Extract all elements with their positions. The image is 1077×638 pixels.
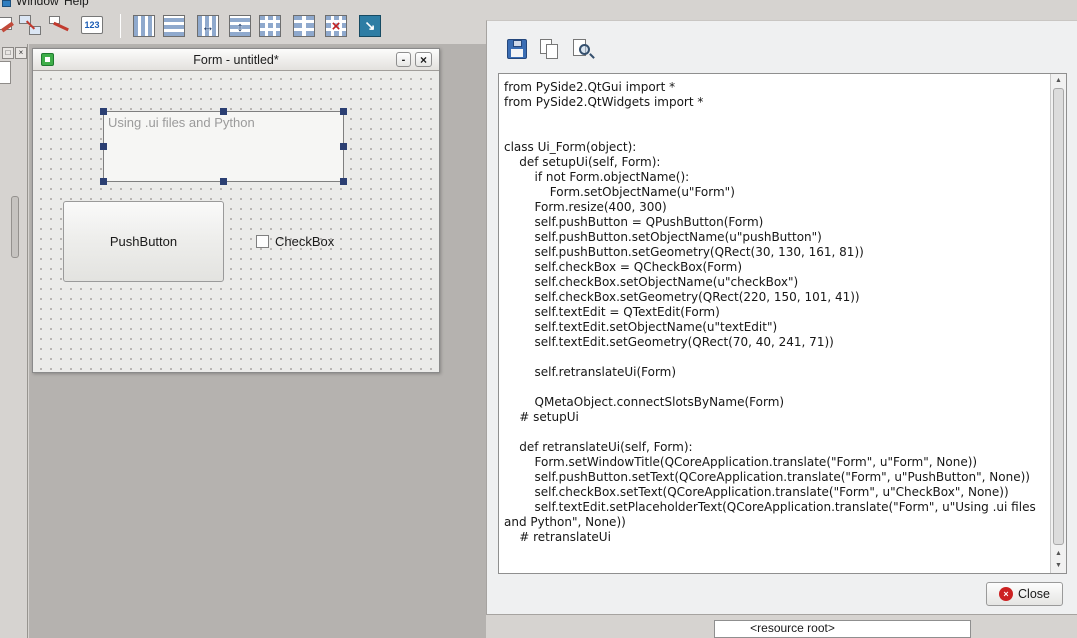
break-layout-icon[interactable]: × — [324, 13, 350, 39]
layout-horizontal-icon[interactable] — [132, 13, 158, 39]
layout-grid-icon[interactable] — [258, 13, 284, 39]
form-canvas[interactable]: Using .ui files and Python PushButton Ch… — [33, 71, 439, 372]
checkbox-label: CheckBox — [275, 234, 334, 249]
selection-handle[interactable] — [100, 143, 107, 150]
menu-help[interactable]: Help — [64, 0, 89, 8]
layout-vertical-icon[interactable] — [162, 13, 188, 39]
splitter-v-arrow: ↕ — [229, 15, 251, 37]
checkbox-indicator[interactable] — [256, 235, 269, 248]
textedit-placeholder: Using .ui files and Python — [108, 115, 255, 130]
edit-widgets-icon[interactable] — [0, 13, 18, 39]
magnifier-handle-glyph — [589, 53, 595, 59]
scroll-up-icon[interactable]: ▲ — [1051, 548, 1066, 560]
edit-signals-slots-icon[interactable] — [18, 13, 44, 39]
code-scrollbar[interactable]: ▲ ▲ ▼ — [1050, 74, 1066, 573]
dock-scrollbar-thumb[interactable] — [11, 196, 19, 258]
code-preview-dialog: from PySide2.QtGui import * from PySide2… — [486, 20, 1077, 615]
selection-handle[interactable] — [220, 178, 227, 185]
dock-filter-field[interactable] — [0, 61, 11, 84]
hbars-glyph — [133, 15, 155, 37]
resource-root-row[interactable]: <resource root> — [714, 620, 971, 638]
dialog-close-button[interactable]: × Close — [986, 582, 1063, 606]
checkbox-widget[interactable]: CheckBox — [253, 221, 354, 262]
selection-handle[interactable] — [220, 108, 227, 115]
close-circle-icon: × — [999, 587, 1013, 601]
layout-form-icon[interactable] — [292, 13, 318, 39]
layout-horizontal-splitter-icon[interactable]: ↔ — [196, 13, 222, 39]
selection-handle[interactable] — [100, 178, 107, 185]
minimize-button[interactable]: - — [396, 52, 411, 67]
left-dock-panel: □ × — [0, 44, 28, 638]
edit-buddies-icon[interactable] — [48, 13, 74, 39]
save-icon[interactable] — [506, 39, 530, 61]
form-window: Form - untitled* - × Using .ui files and… — [32, 48, 440, 373]
adjust-arrow-glyph: ↘ — [359, 15, 381, 37]
form-layout-glyph — [293, 15, 315, 37]
code-text: from PySide2.QtGui import * from PySide2… — [499, 74, 1049, 573]
selection-handle[interactable] — [100, 108, 107, 115]
textedit-widget[interactable]: Using .ui files and Python — [103, 111, 344, 182]
close-button[interactable]: × — [415, 52, 432, 67]
scroll-up-icon[interactable]: ▲ — [1051, 75, 1066, 87]
page-glyph — [546, 44, 558, 59]
tab-order-label: 123 — [81, 16, 103, 34]
buddy-arrow-glyph — [53, 22, 69, 31]
copy-icon[interactable] — [539, 39, 563, 61]
app-icon — [2, 0, 11, 7]
vbars-glyph — [163, 15, 185, 37]
selection-handle[interactable] — [340, 143, 347, 150]
floppy-glyph — [507, 39, 527, 59]
form-window-title: Form - untitled* — [193, 53, 278, 67]
layout-vertical-splitter-icon[interactable]: ↕ — [228, 13, 254, 39]
mdi-workspace: Form - untitled* - × Using .ui files and… — [29, 44, 486, 638]
toolbar-separator — [120, 14, 121, 38]
dock-float-icon[interactable]: □ — [2, 47, 14, 59]
menu-window[interactable]: Window — [16, 0, 59, 8]
scrollbar-thumb[interactable] — [1053, 88, 1064, 545]
code-view[interactable]: from PySide2.QtGui import * from PySide2… — [498, 73, 1067, 574]
form-file-icon — [41, 53, 54, 66]
scroll-down-icon[interactable]: ▼ — [1051, 560, 1066, 572]
selection-handle[interactable] — [340, 178, 347, 185]
main-toolbar: 123 ↔ ↕ × ↘ — [0, 8, 486, 44]
magnifier-glyph — [579, 44, 590, 55]
pushbutton-widget[interactable]: PushButton — [63, 201, 224, 282]
menu-bar: Window Help — [0, 0, 1077, 8]
close-button-label: Close — [1018, 587, 1050, 601]
break-x-glyph: × — [325, 15, 347, 37]
splitter-h-arrow: ↔ — [197, 15, 219, 37]
adjust-size-icon[interactable]: ↘ — [358, 13, 384, 39]
grid-glyph — [259, 15, 281, 37]
selection-handle[interactable] — [340, 108, 347, 115]
dock-close-icon[interactable]: × — [15, 47, 27, 59]
edit-tab-order-icon[interactable]: 123 — [80, 13, 106, 39]
qt-designer-screen: Window Help 123 ↔ ↕ × ↘ □ × Form - untit… — [0, 0, 1077, 638]
find-icon[interactable] — [571, 39, 595, 61]
form-window-titlebar[interactable]: Form - untitled* - × — [33, 49, 439, 71]
resource-root-label: <resource root> — [750, 621, 835, 636]
